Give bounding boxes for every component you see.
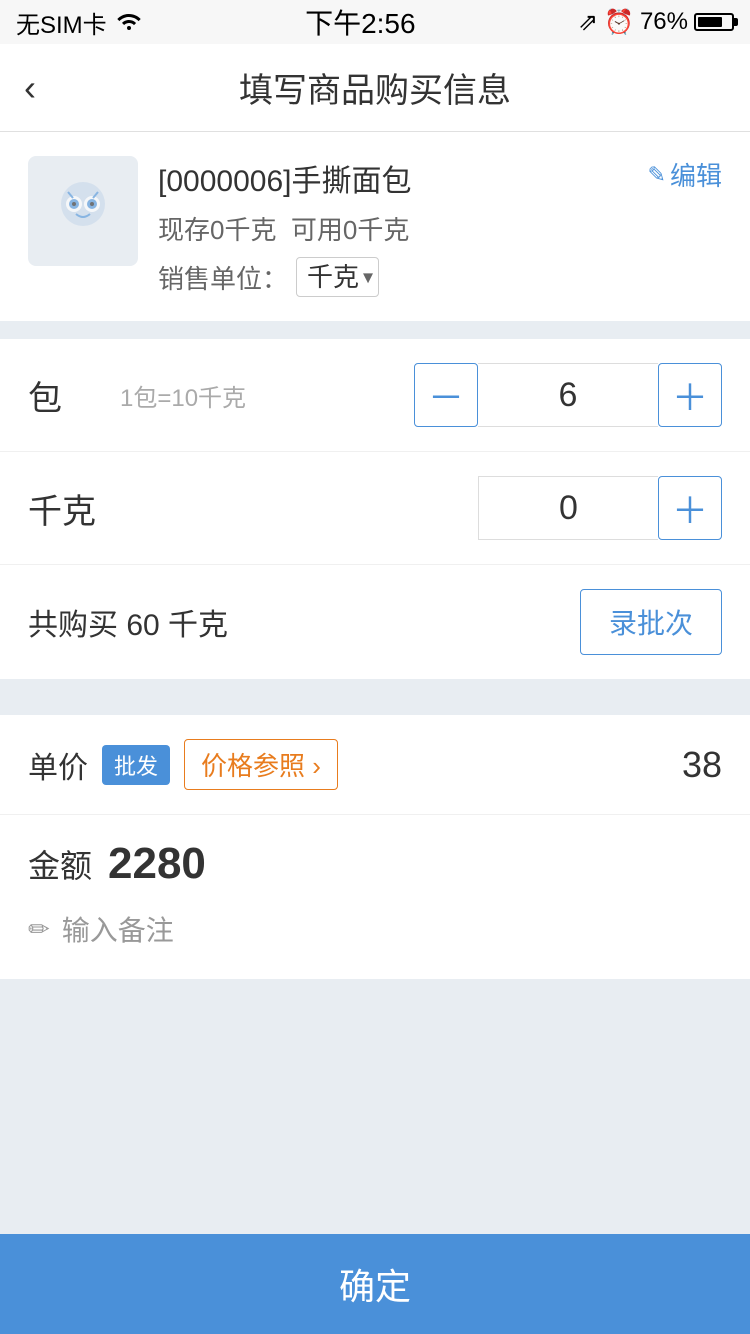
- record-batch-button[interactable]: 录批次: [580, 589, 722, 655]
- kg-label: 千克: [28, 484, 108, 533]
- nav-bar: ‹ 填写商品购买信息: [0, 44, 750, 132]
- price-label: 单价: [28, 743, 88, 787]
- amount-value: 2280: [108, 839, 206, 889]
- total-row: 共购买 60 千克 录批次: [0, 565, 750, 679]
- kg-input-row: 千克 ＋: [0, 452, 750, 565]
- edit-button[interactable]: ✎ 编辑: [648, 156, 722, 193]
- product-name: [0000006]手撕面包: [158, 156, 722, 200]
- product-info: [0000006]手撕面包 现存0千克 可用0千克 销售单位： 千克: [158, 156, 722, 297]
- product-unit: 销售单位： 千克: [158, 257, 722, 297]
- price-row: 单价 批发 价格参照 › 38: [28, 739, 722, 790]
- pack-minus-button[interactable]: －: [414, 363, 478, 427]
- pencil-icon: ✏: [28, 914, 50, 945]
- product-thumb-icon: [48, 176, 118, 247]
- amount-section: 金额 2280 ✏ 输入备注: [0, 814, 750, 979]
- status-left: 无SIM卡: [16, 5, 143, 40]
- amount-label: 金额: [28, 841, 92, 887]
- pack-input-row: 包 1包=10千克 － ＋: [0, 339, 750, 452]
- status-time: 下午2:56: [305, 2, 416, 42]
- note-row[interactable]: ✏ 输入备注: [28, 909, 722, 949]
- pack-plus-button[interactable]: ＋: [658, 363, 722, 427]
- content: [0000006]手撕面包 现存0千克 可用0千克 销售单位： 千克 ✎ 编辑 …: [0, 132, 750, 1319]
- edit-icon: ✎: [648, 162, 666, 188]
- price-tag: 批发: [102, 745, 170, 785]
- pack-hint: 1包=10千克: [120, 378, 414, 413]
- amount-row: 金额 2280: [28, 839, 722, 889]
- pack-label: 包: [28, 371, 108, 420]
- wifi-icon: [115, 8, 143, 37]
- kg-plus-button[interactable]: ＋: [658, 476, 722, 540]
- kg-quantity-input[interactable]: [478, 476, 658, 540]
- unit-select[interactable]: 千克: [296, 257, 379, 297]
- unit-select-wrap[interactable]: 千克: [296, 257, 379, 297]
- product-thumbnail: [28, 156, 138, 266]
- product-stock: 现存0千克 可用0千克: [158, 210, 722, 247]
- battery-percent: 76%: [640, 8, 688, 36]
- kg-controls: ＋: [478, 476, 722, 540]
- battery-icon: [694, 13, 734, 31]
- input-section: 包 1包=10千克 － ＋ 千克 ＋: [0, 339, 750, 565]
- pack-controls: － ＋: [414, 363, 722, 427]
- price-reference-button[interactable]: 价格参照 ›: [184, 739, 338, 790]
- page-title: 填写商品购买信息: [239, 63, 511, 112]
- carrier-text: 无SIM卡: [16, 5, 107, 40]
- divider-1: [0, 321, 750, 339]
- price-value: 38: [682, 744, 722, 786]
- location-icon: ⇗: [578, 8, 598, 37]
- price-section: 单价 批发 价格参照 › 38: [0, 715, 750, 814]
- divider-2: [0, 679, 750, 697]
- note-placeholder: 输入备注: [62, 909, 174, 949]
- confirm-bar[interactable]: 确定: [0, 1234, 750, 1334]
- product-card: [0000006]手撕面包 现存0千克 可用0千克 销售单位： 千克 ✎ 编辑: [0, 132, 750, 321]
- pack-quantity-input[interactable]: [478, 363, 658, 427]
- status-right: ⇗ ⏰ 76%: [578, 8, 734, 37]
- alarm-icon: ⏰: [604, 8, 634, 37]
- total-label: 共购买 60 千克: [28, 600, 228, 644]
- status-bar: 无SIM卡 下午2:56 ⇗ ⏰ 76%: [0, 0, 750, 44]
- confirm-button-label: 确定: [339, 1258, 411, 1310]
- back-button[interactable]: ‹: [24, 67, 36, 109]
